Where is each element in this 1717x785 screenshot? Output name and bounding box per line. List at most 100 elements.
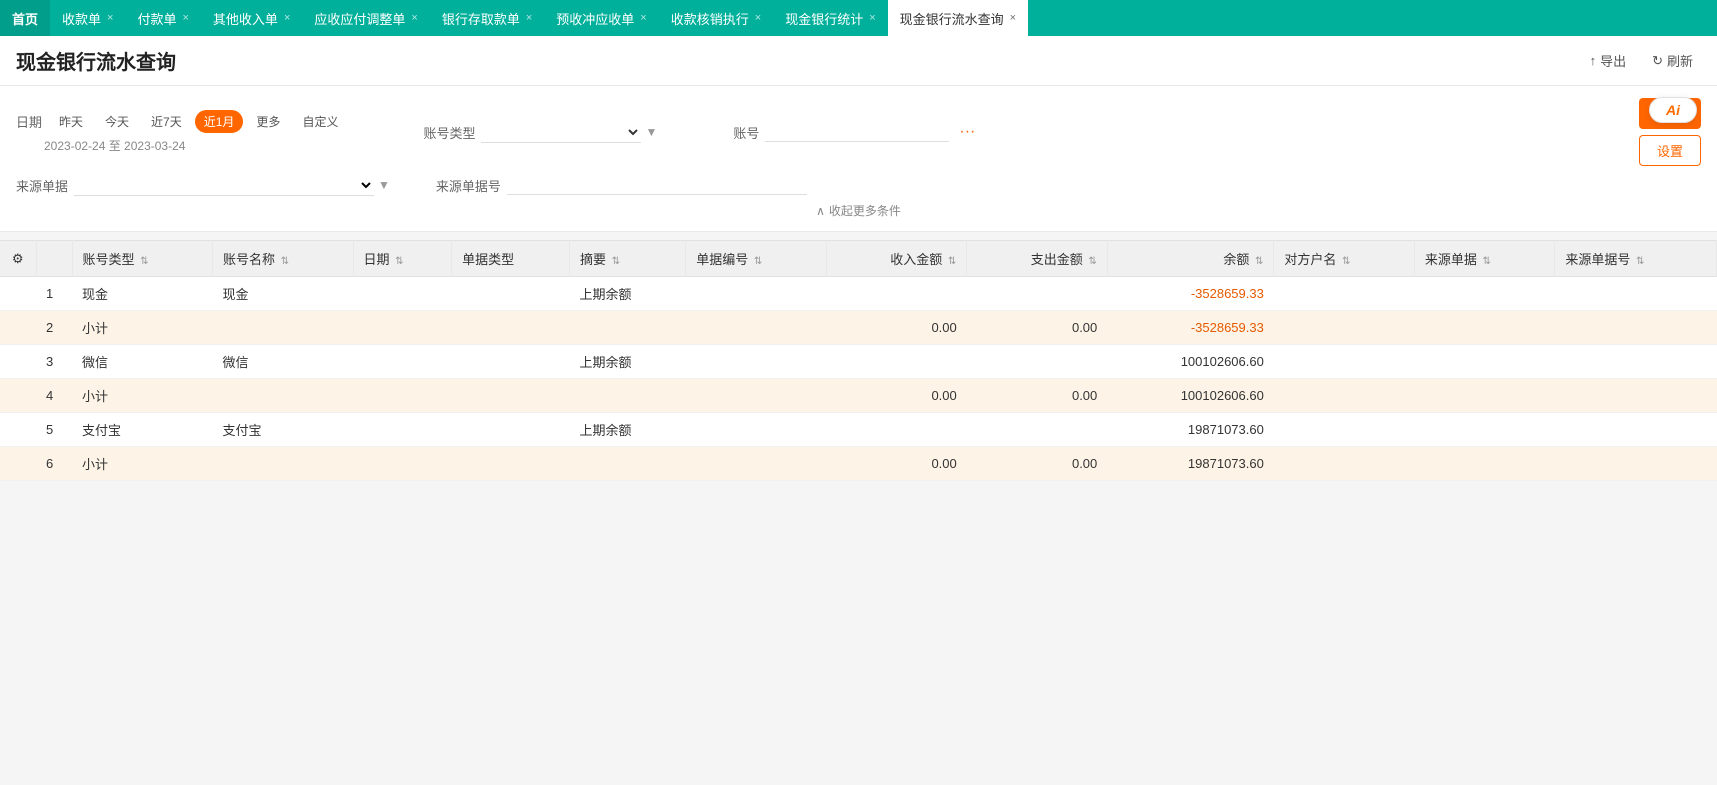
- td-account-name: [213, 379, 354, 413]
- table-header-row: ⚙ 账号类型 ⇅ 账号名称 ⇅ 日期 ⇅ 单据类型: [0, 241, 1717, 277]
- th-account-type[interactable]: 账号类型 ⇅: [72, 241, 213, 277]
- th-counterparty[interactable]: 对方户名 ⇅: [1274, 241, 1415, 277]
- table-row[interactable]: 6 小计 0.00 0.00 19871073.60: [0, 447, 1717, 481]
- td-source-doc-no: [1555, 413, 1717, 447]
- th-doc-type: 单据类型: [452, 241, 570, 277]
- account-input[interactable]: [765, 122, 949, 142]
- nav-bank-deposit-close[interactable]: ×: [526, 12, 532, 24]
- collapse-button[interactable]: ∧ 收起更多条件: [816, 202, 901, 219]
- th-account-name[interactable]: 账号名称 ⇅: [213, 241, 354, 277]
- header-actions: ↑ 导出 ↻ 刷新: [1582, 47, 1701, 74]
- td-counterparty: [1274, 345, 1415, 379]
- source-doc-select[interactable]: [74, 174, 374, 196]
- refresh-button[interactable]: ↻ 刷新: [1644, 47, 1701, 74]
- nav-item-cash-bank-stat[interactable]: 现金银行统计 ×: [773, 0, 887, 36]
- th-source-doc-no[interactable]: 来源单据号 ⇅: [1555, 241, 1717, 277]
- td-source-doc-no: [1555, 311, 1717, 345]
- td-account-name: 现金: [213, 277, 354, 311]
- nav-ar-ap-close[interactable]: ×: [411, 12, 417, 24]
- td-expense: [967, 345, 1108, 379]
- nav-payment-label: 付款单: [137, 9, 176, 28]
- td-summary: 上期余额: [569, 277, 685, 311]
- td-summary: [569, 447, 685, 481]
- td-account-type: 微信: [72, 345, 213, 379]
- table-area: ⚙ 账号类型 ⇅ 账号名称 ⇅ 日期 ⇅ 单据类型: [0, 240, 1717, 481]
- nav-item-home[interactable]: 首页: [0, 0, 50, 36]
- date-btn-1month[interactable]: 近1月: [195, 110, 244, 133]
- td-income: 0.00: [826, 379, 967, 413]
- filter-row-2: 来源单据 ▼ 来源单据号: [16, 174, 1701, 196]
- nav-item-bank-deposit[interactable]: 银行存取款单 ×: [430, 0, 544, 36]
- sort-icon-balance: ⇅: [1255, 256, 1263, 267]
- nav-collection-exec-close[interactable]: ×: [755, 12, 761, 24]
- filter-row-1: 日期 昨天 今天 近7天 近1月 更多 自定义 2023-02-24 至 202…: [16, 98, 1701, 166]
- nav-item-collection-exec[interactable]: 收款核销执行 ×: [659, 0, 773, 36]
- sort-icon-source-doc: ⇅: [1483, 256, 1491, 267]
- nav-payment-close[interactable]: ×: [182, 12, 188, 24]
- nav-item-advance-offset[interactable]: 预收冲应收单 ×: [544, 0, 658, 36]
- nav-item-other-income[interactable]: 其他收入单 ×: [201, 0, 302, 36]
- nav-item-payment[interactable]: 付款单 ×: [125, 0, 200, 36]
- table-row[interactable]: 1 现金 现金 上期余额 -3528659.33: [0, 277, 1717, 311]
- nav-other-income-close[interactable]: ×: [284, 12, 290, 24]
- td-index: 2: [36, 311, 72, 345]
- td-source-doc: [1414, 379, 1555, 413]
- th-summary[interactable]: 摘要 ⇅: [569, 241, 685, 277]
- export-button[interactable]: ↑ 导出: [1582, 47, 1635, 74]
- sort-icon-date: ⇅: [395, 256, 403, 267]
- td-date: [353, 277, 452, 311]
- td-expense: [967, 413, 1108, 447]
- date-btn-7days[interactable]: 近7天: [142, 110, 191, 133]
- account-type-label: 账号类型: [423, 123, 475, 142]
- date-range-display: 2023-02-24 至 2023-03-24: [44, 137, 347, 154]
- source-doc-no-input[interactable]: [507, 175, 807, 195]
- table-row[interactable]: 5 支付宝 支付宝 上期余额 19871073.60: [0, 413, 1717, 447]
- th-settings[interactable]: ⚙: [0, 241, 36, 277]
- td-account-type: 小计: [72, 379, 213, 413]
- table-row[interactable]: 2 小计 0.00 0.00 -3528659.33: [0, 311, 1717, 345]
- th-balance[interactable]: 余额 ⇅: [1107, 241, 1274, 277]
- nav-advance-offset-close[interactable]: ×: [640, 12, 646, 24]
- nav-item-cash-bank-flow[interactable]: 现金银行流水查询 ×: [888, 0, 1028, 36]
- td-source-doc-no: [1555, 345, 1717, 379]
- th-expense[interactable]: 支出金额 ⇅: [967, 241, 1108, 277]
- page-title: 现金银行流水查询: [16, 46, 176, 75]
- nav-cash-bank-flow-close[interactable]: ×: [1010, 12, 1016, 24]
- account-type-select-wrapper: 现金 微信 支付宝 ▼: [481, 121, 657, 143]
- sort-icon-account-type: ⇅: [140, 256, 148, 267]
- td-expense: 0.00: [967, 447, 1108, 481]
- td-doc-type: [452, 345, 570, 379]
- td-source-doc: [1414, 311, 1555, 345]
- td-source-doc-no: [1555, 379, 1717, 413]
- account-type-select[interactable]: 现金 微信 支付宝: [481, 121, 641, 143]
- ai-assistant-badge[interactable]: Ai: [1649, 97, 1697, 123]
- th-doc-no[interactable]: 单据编号 ⇅: [686, 241, 827, 277]
- td-income: [826, 413, 967, 447]
- table-body: 1 现金 现金 上期余额 -3528659.33 2 小计 0.00 0.00 …: [0, 277, 1717, 481]
- collapse-label: 收起更多条件: [829, 202, 901, 219]
- th-date[interactable]: 日期 ⇅: [353, 241, 452, 277]
- date-btn-custom[interactable]: 自定义: [293, 110, 347, 133]
- nav-receipt-close[interactable]: ×: [107, 12, 113, 24]
- date-btn-today[interactable]: 今天: [96, 110, 138, 133]
- table-row[interactable]: 3 微信 微信 上期余额 100102606.60: [0, 345, 1717, 379]
- nav-cash-bank-stat-close[interactable]: ×: [869, 12, 875, 24]
- account-ellipsis-btn[interactable]: ···: [955, 123, 979, 141]
- sort-icon-expense: ⇅: [1088, 256, 1096, 267]
- td-counterparty: [1274, 413, 1415, 447]
- nav-item-receipt[interactable]: 收款单 ×: [50, 0, 125, 36]
- settings-button[interactable]: 设置: [1639, 135, 1701, 166]
- filter-area: 日期 昨天 今天 近7天 近1月 更多 自定义 2023-02-24 至 202…: [0, 86, 1717, 232]
- td-account-name: [213, 311, 354, 345]
- td-counterparty: [1274, 379, 1415, 413]
- refresh-icon: ↻: [1652, 53, 1663, 69]
- nav-item-ar-ap-adjust[interactable]: 应收应付调整单 ×: [302, 0, 429, 36]
- date-btn-yesterday[interactable]: 昨天: [50, 110, 92, 133]
- table-row[interactable]: 4 小计 0.00 0.00 100102606.60: [0, 379, 1717, 413]
- th-source-doc[interactable]: 来源单据 ⇅: [1414, 241, 1555, 277]
- td-balance: -3528659.33: [1107, 277, 1274, 311]
- td-balance: 100102606.60: [1107, 345, 1274, 379]
- th-income[interactable]: 收入金额 ⇅: [826, 241, 967, 277]
- date-btn-more[interactable]: 更多: [247, 110, 289, 133]
- date-shortcuts: 昨天 今天 近7天 近1月 更多 自定义: [50, 110, 347, 133]
